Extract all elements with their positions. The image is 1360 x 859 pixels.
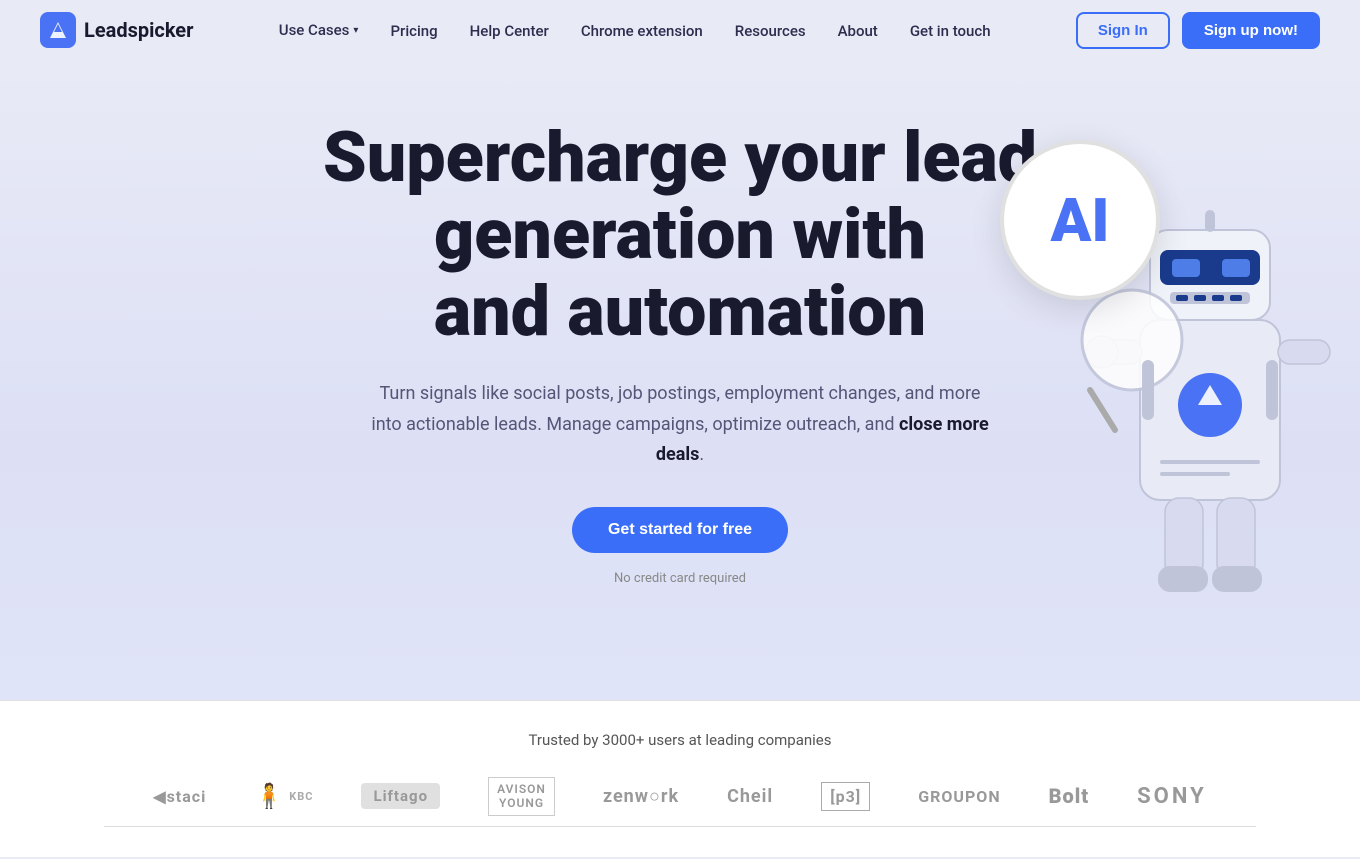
- hero-cta-group: Get started for free No credit card requ…: [323, 507, 1037, 586]
- hero-title: Supercharge your lead generation with an…: [323, 120, 1037, 351]
- nav-resources[interactable]: Resources: [735, 22, 806, 40]
- nav-actions: Sign In Sign up now!: [1076, 12, 1320, 49]
- logo-kbc: 🧍KBC: [254, 782, 313, 810]
- hero-section: Supercharge your lead generation with an…: [0, 60, 1360, 700]
- nav-chrome-extension[interactable]: Chrome extension: [581, 22, 703, 40]
- brand-name: Leadspicker: [84, 18, 193, 42]
- trust-text: Trusted by 3000+ users at leading compan…: [40, 731, 1320, 749]
- logo-staci: ◀staci: [153, 787, 206, 806]
- bottom-divider: [104, 826, 1256, 827]
- navbar: Leadspicker Use Cases ▾ Pricing Help Cen…: [0, 0, 1360, 60]
- logo-icon: [40, 12, 76, 48]
- logo-cheil: Cheil: [727, 786, 773, 807]
- logos-row: ◀staci 🧍KBC Liftago AVISONYOUNG zenw○rk …: [40, 777, 1320, 816]
- logo-avison: AVISONYOUNG: [488, 777, 555, 816]
- logo-p3: [p3]: [821, 782, 870, 811]
- ai-badge-text: AI: [1050, 185, 1109, 256]
- sign-in-button[interactable]: Sign In: [1076, 12, 1170, 49]
- nav-pricing[interactable]: Pricing: [390, 22, 437, 40]
- nav-help-center[interactable]: Help Center: [470, 22, 549, 40]
- cta-button[interactable]: Get started for free: [572, 507, 788, 553]
- hero-subtitle: Turn signals like social posts, job post…: [370, 379, 990, 471]
- chevron-down-icon: ▾: [353, 25, 358, 36]
- sign-up-button[interactable]: Sign up now!: [1182, 12, 1320, 49]
- ai-badge: AI: [1000, 140, 1160, 300]
- nav-get-in-touch[interactable]: Get in touch: [910, 22, 991, 40]
- nav-about[interactable]: About: [838, 22, 878, 40]
- hero-note: No credit card required: [323, 571, 1037, 586]
- logo-liftago: Liftago: [361, 783, 440, 809]
- logos-section: Trusted by 3000+ users at leading compan…: [0, 700, 1360, 857]
- nav-use-cases[interactable]: Use Cases ▾: [279, 21, 359, 39]
- brand-logo[interactable]: Leadspicker: [40, 12, 193, 48]
- nav-links: Use Cases ▾ Pricing Help Center Chrome e…: [279, 21, 991, 40]
- logo-groupon: GROUPON: [918, 787, 1000, 806]
- logo-zenwork: zenw○rk: [603, 786, 679, 807]
- hero-text: Supercharge your lead generation with an…: [323, 120, 1037, 586]
- logo-sony: SONY: [1137, 784, 1207, 809]
- logo-bolt: Bolt: [1049, 784, 1090, 808]
